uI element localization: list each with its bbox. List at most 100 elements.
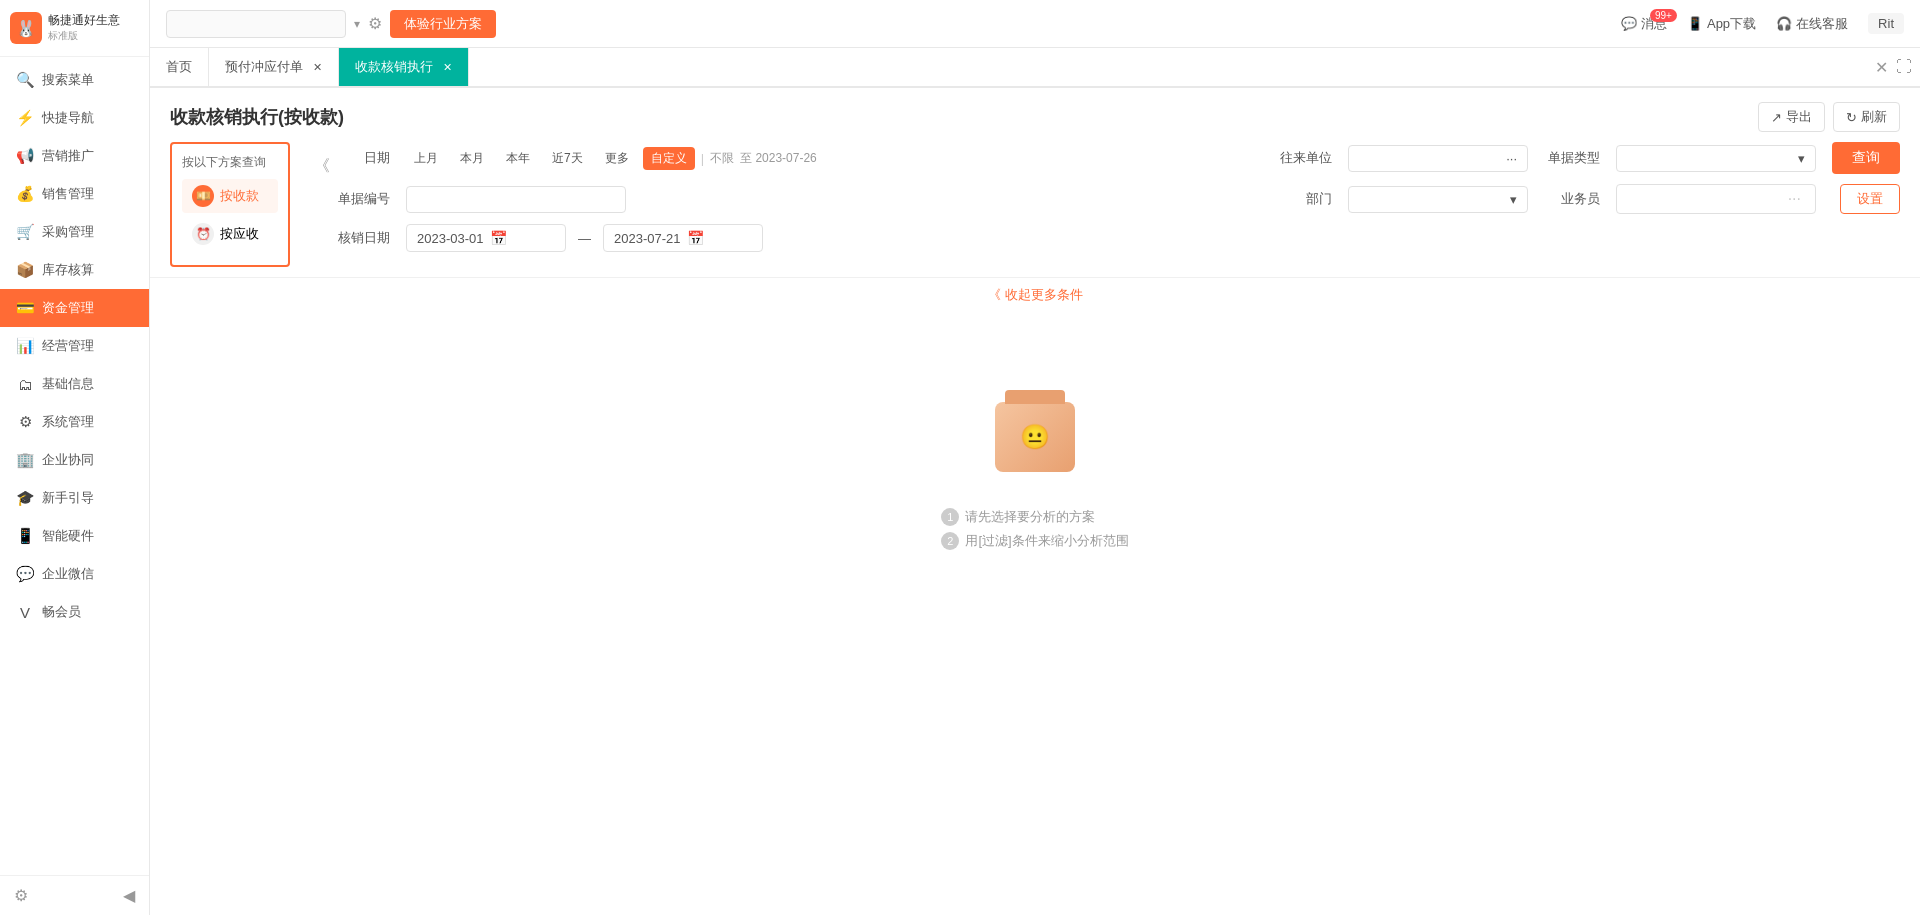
operations-icon: 📊: [16, 337, 34, 355]
writeoff-date-start[interactable]: 2023-03-01 📅: [406, 224, 566, 252]
receivable-icon: ⏰: [192, 223, 214, 245]
collapse-panel-icon[interactable]: 《: [310, 152, 334, 267]
dept-label: 部门: [1276, 190, 1332, 208]
refresh-button[interactable]: ↻ 刷新: [1833, 102, 1900, 132]
marketing-icon: 📢: [16, 147, 34, 165]
sidebar-label-purchase: 采购管理: [42, 223, 94, 241]
chevron-down-dept-icon: ▾: [1510, 192, 1517, 207]
sidebar-item-hardware[interactable]: 📱 智能硬件: [0, 517, 149, 555]
sidebar-label-quick-nav: 快捷导航: [42, 109, 94, 127]
filter-panel: 按以下方案查询 💴 按收款 ⏰ 按应收: [170, 142, 290, 267]
chevron-down-icon[interactable]: ▾: [354, 17, 360, 31]
sidebar: 🐰 畅捷通好生意 标准版 🔍搜索菜单⚡快捷导航📢营销推广💰销售管理🛒采购管理📦库…: [0, 0, 150, 915]
sidebar-item-finance[interactable]: 💳资金管理: [0, 289, 149, 327]
tab-writeoff[interactable]: 收款核销执行 ✕: [339, 48, 469, 86]
collapse-icon[interactable]: ◀: [123, 886, 135, 905]
filter-row-1: 日期 上月 本月 本年 近7天 更多 自定义 | 不限 至 2023-07-26: [334, 142, 1900, 174]
calendar-end-icon[interactable]: 📅: [687, 230, 704, 246]
tab-home[interactable]: 首页: [150, 48, 209, 86]
staff-dots: ···: [1784, 190, 1805, 208]
query-button[interactable]: 查询: [1832, 142, 1900, 174]
sidebar-item-enterprise[interactable]: 🏢企业协同: [0, 441, 149, 479]
bill-no-input[interactable]: [406, 186, 626, 213]
industry-button[interactable]: 体验行业方案: [390, 10, 496, 38]
export-button[interactable]: ↗ 导出: [1758, 102, 1825, 132]
wechat-icon: 💬: [16, 565, 34, 583]
settings-button[interactable]: 设置: [1840, 184, 1900, 214]
member-icon: V: [16, 604, 34, 621]
tab-writeoff-close[interactable]: ✕: [443, 61, 452, 74]
logo-badge: 标准版: [48, 29, 120, 43]
message-icon: 💬: [1621, 16, 1637, 31]
top-header: ▾ ⚙ 体验行业方案 💬 消息 99+ 📱 App下载 🎧 在线客服 Rit: [150, 0, 1920, 48]
basic-icon: 🗂: [16, 376, 34, 393]
sales-icon: 💰: [16, 185, 34, 203]
sidebar-label-enterprise: 企业协同: [42, 451, 94, 469]
bill-type-select[interactable]: ▾: [1616, 145, 1816, 172]
date-btn-more[interactable]: 更多: [597, 147, 637, 170]
tab-prepay[interactable]: 预付冲应付单 ✕: [209, 48, 339, 86]
filter-row-2: 单据编号 部门 ▾ 业务员 ··· 设置: [334, 184, 1900, 214]
sidebar-item-member[interactable]: V 畅会员: [0, 593, 149, 631]
filter-by-receivable[interactable]: ⏰ 按应收: [182, 217, 278, 251]
sidebar-item-quick-nav[interactable]: ⚡ 快捷导航: [0, 99, 149, 137]
sidebar-item-system[interactable]: ⚙系统管理: [0, 403, 149, 441]
collapse-more-icon: 《: [988, 286, 1001, 304]
main-area: ▾ ⚙ 体验行业方案 💬 消息 99+ 📱 App下载 🎧 在线客服 Rit 首…: [150, 0, 1920, 915]
dept-select[interactable]: ▾: [1348, 186, 1528, 213]
tab-prepay-close[interactable]: ✕: [313, 61, 322, 74]
app-download-button[interactable]: 📱 App下载: [1687, 15, 1756, 33]
empty-illustration: 😐: [985, 392, 1085, 492]
online-service-button[interactable]: 🎧 在线客服: [1776, 15, 1848, 33]
page-title: 收款核销执行(按收款): [170, 105, 344, 129]
sidebar-item-operations[interactable]: 📊 经营管理: [0, 327, 149, 365]
sidebar-item-marketing[interactable]: 📢 营销推广: [0, 137, 149, 175]
sidebar-label-member: 畅会员: [42, 603, 81, 621]
date-btn-7days[interactable]: 近7天: [544, 147, 591, 170]
partner-select[interactable]: ···: [1348, 145, 1528, 172]
sidebar-label-marketing: 营销推广: [42, 147, 94, 165]
staff-label: 业务员: [1544, 190, 1600, 208]
date-btn-custom[interactable]: 自定义: [643, 147, 695, 170]
writeoff-date-end[interactable]: 2023-07-21 📅: [603, 224, 763, 252]
sidebar-item-sales[interactable]: 💰销售管理: [0, 175, 149, 213]
partner-dots: ···: [1506, 151, 1517, 166]
finance-icon: 💳: [16, 299, 34, 317]
hardware-icon: 📱: [16, 527, 34, 545]
close-tab-icon[interactable]: ✕: [1875, 58, 1888, 77]
quick-nav-icon: ⚡: [16, 109, 34, 127]
staff-select[interactable]: ···: [1616, 184, 1816, 214]
date-btn-this-month[interactable]: 本月: [452, 147, 492, 170]
sidebar-label-search: 搜索菜单: [42, 71, 94, 89]
chevron-down-bill-icon: ▾: [1798, 151, 1805, 166]
collapse-more-button[interactable]: 《 收起更多条件: [150, 277, 1920, 312]
date-btn-last-month[interactable]: 上月: [406, 147, 446, 170]
sidebar-label-guide: 新手引导: [42, 489, 94, 507]
sidebar-item-purchase[interactable]: 🛒采购管理: [0, 213, 149, 251]
message-button[interactable]: 💬 消息 99+: [1621, 15, 1667, 33]
settings-icon[interactable]: ⚙: [14, 886, 28, 905]
partner-label: 往来单位: [1276, 149, 1332, 167]
sidebar-item-inventory[interactable]: 📦库存核算: [0, 251, 149, 289]
sidebar-item-basic[interactable]: 🗂基础信息: [0, 365, 149, 403]
date-btn-this-year[interactable]: 本年: [498, 147, 538, 170]
expand-icon[interactable]: ⛶: [1896, 58, 1912, 76]
mobile-icon: 📱: [1687, 16, 1703, 31]
filter-by-receipt[interactable]: 💴 按收款: [182, 179, 278, 213]
sidebar-item-wechat[interactable]: 💬企业微信: [0, 555, 149, 593]
inventory-icon: 📦: [16, 261, 34, 279]
sidebar-item-guide[interactable]: 🎓新手引导: [0, 479, 149, 517]
user-display[interactable]: Rit: [1868, 13, 1904, 34]
sidebar-label-hardware: 智能硬件: [42, 527, 94, 545]
headset-icon: 🎧: [1776, 16, 1792, 31]
date-no-limit: 不限: [710, 150, 734, 167]
system-icon: ⚙: [16, 413, 34, 431]
calendar-start-icon[interactable]: 📅: [490, 230, 507, 246]
search-input[interactable]: [166, 10, 346, 38]
sidebar-label-operations: 经营管理: [42, 337, 94, 355]
gear-icon[interactable]: ⚙: [368, 14, 382, 33]
search-icon: 🔍: [16, 71, 34, 89]
sidebar-item-search[interactable]: 🔍 搜索菜单: [0, 61, 149, 99]
empty-hint-1: 1 请先选择要分析的方案: [941, 508, 1128, 526]
tabs-bar: 首页 预付冲应付单 ✕ 收款核销执行 ✕ ✕ ⛶: [150, 48, 1920, 88]
